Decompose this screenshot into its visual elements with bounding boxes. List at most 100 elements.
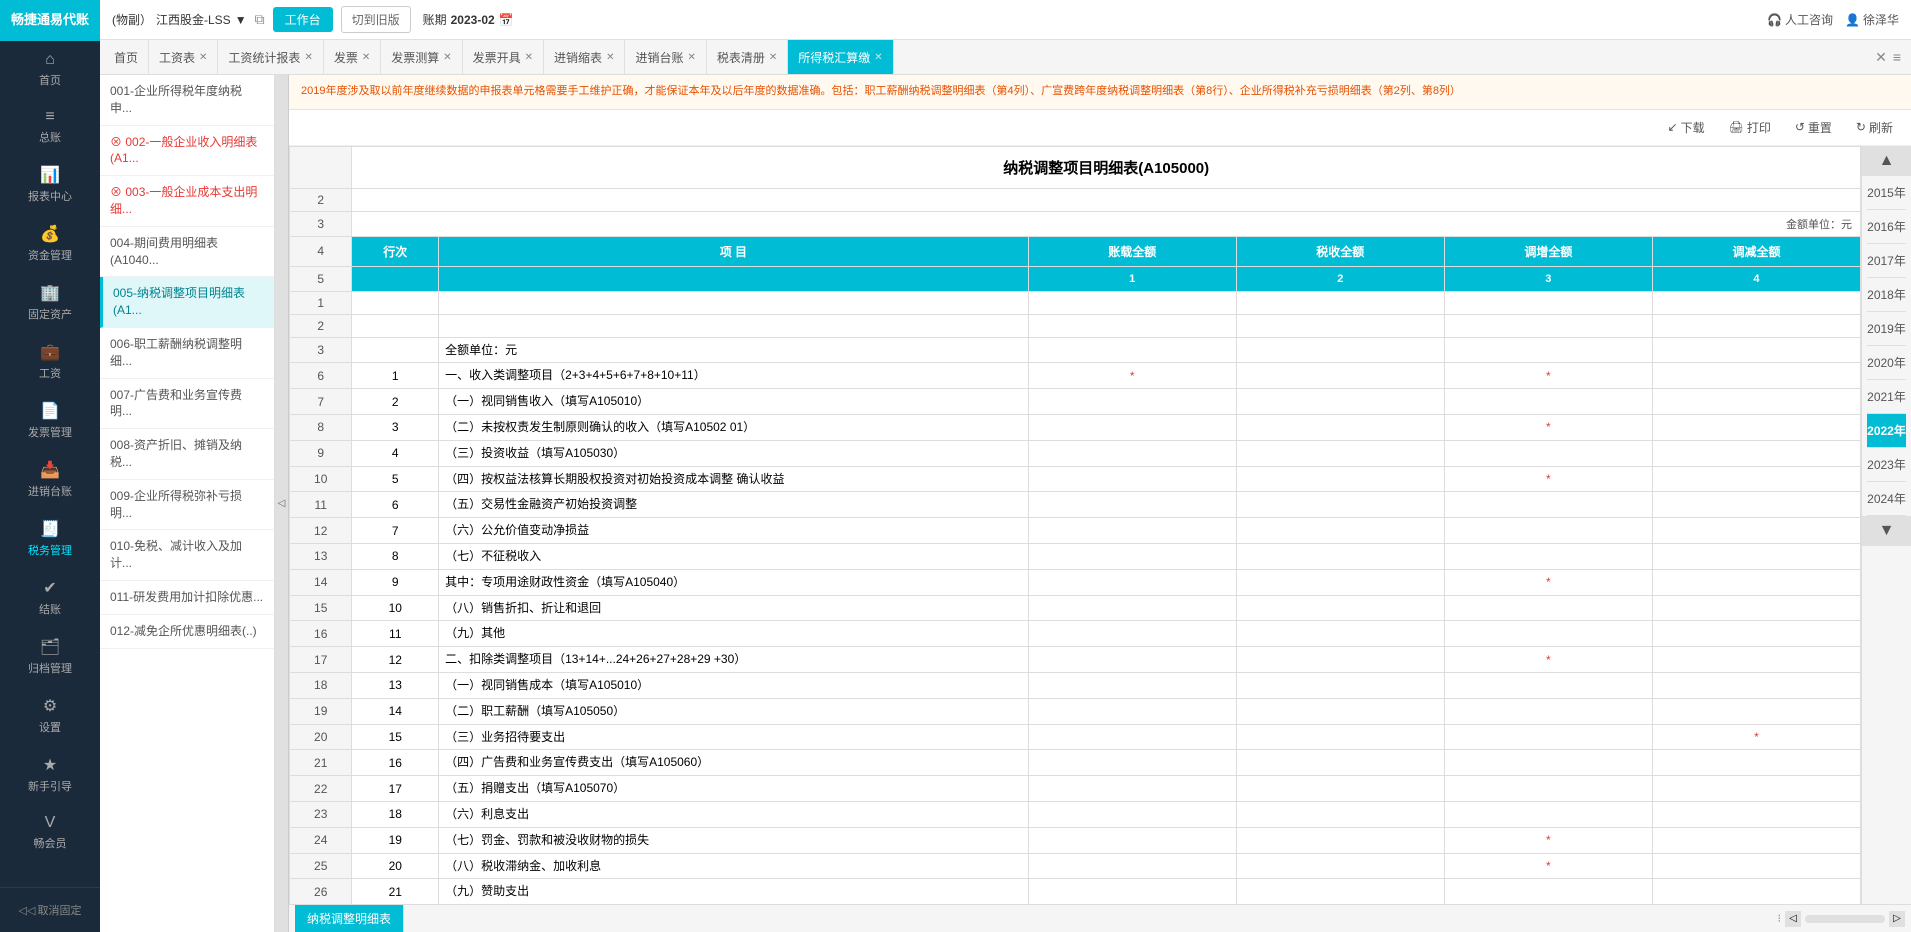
row-cell-col1[interactable]: * [1028,363,1236,389]
row-cell-col4[interactable] [1652,414,1860,440]
row-cell-col3[interactable]: * [1444,569,1652,595]
row-cell-col3[interactable]: * [1444,647,1652,673]
sidebar-item-report[interactable]: 📊 报表中心 [0,155,100,214]
row-cell-col3[interactable] [1444,750,1652,776]
year-item-2016[interactable]: 2016年 [1867,210,1906,244]
row-cell-col2[interactable] [1236,724,1444,750]
row-cell-col4[interactable]: * [1652,724,1860,750]
year-nav-down-button[interactable]: ▼ [1862,516,1911,546]
row-cell-col4[interactable] [1652,518,1860,544]
sidebar-item-ledger[interactable]: ≡ 总账 [0,98,100,155]
sidebar-item-settings[interactable]: ⚙ 设置 [0,686,100,745]
row-cell-col4[interactable] [1652,314,1860,337]
close-all-icon[interactable]: ✕ [1875,49,1887,66]
year-item-2021[interactable]: 2021年 [1867,380,1906,414]
tab-close-salary[interactable]: ✕ [199,52,207,63]
left-panel-item-001[interactable]: 001-企业所得税年度纳税申... [100,75,274,126]
row-cell-col3[interactable] [1444,440,1652,466]
tab-invoice-open[interactable]: 发票开具 ✕ [463,40,544,74]
sidebar-item-home[interactable]: ⌂ 首页 [0,41,100,98]
row-cell-col1[interactable] [1028,672,1236,698]
tab-close-invoice-open[interactable]: ✕ [525,52,533,63]
row-cell-col2[interactable] [1236,569,1444,595]
tab-close-tax-clear[interactable]: ✕ [769,52,777,63]
row-cell-col2[interactable] [1236,672,1444,698]
sidebar-item-salary[interactable]: 💼 工资 [0,332,100,391]
row-cell-col3[interactable] [1444,801,1652,827]
tab-tax-clear[interactable]: 税表清册 ✕ [707,40,788,74]
left-panel-item-012[interactable]: 012-减免企所优惠明细表(..) [100,615,274,649]
row-cell-col1[interactable] [1028,776,1236,802]
sidebar-item-invoice[interactable]: 📄 发票管理 [0,391,100,450]
row-cell-col1[interactable] [1028,389,1236,415]
row-cell-col4[interactable] [1652,672,1860,698]
row-cell-col4[interactable] [1652,389,1860,415]
row-cell-col3[interactable] [1444,879,1652,904]
switch-button[interactable]: 切到旧版 [341,6,411,33]
scroll-right-button[interactable]: ▷ [1889,911,1905,927]
row-cell-col3[interactable]: * [1444,466,1652,492]
row-cell-col1[interactable] [1028,647,1236,673]
year-item-2024[interactable]: 2024年 [1867,482,1906,516]
row-cell-col4[interactable] [1652,569,1860,595]
row-cell-col3[interactable]: * [1444,827,1652,853]
sidebar-item-asset[interactable]: 💰 资金管理 [0,214,100,273]
refresh-button[interactable]: ↻ 刷新 [1850,116,1899,139]
row-cell-col4[interactable] [1652,621,1860,647]
row-cell-col2[interactable] [1236,698,1444,724]
row-cell-col3[interactable] [1444,492,1652,518]
year-item-2020[interactable]: 2020年 [1867,346,1906,380]
tab-close-income-tax[interactable]: ✕ [874,52,882,63]
row-cell-col2[interactable] [1236,518,1444,544]
sidebar-item-fixed[interactable]: 🏢 固定资产 [0,273,100,332]
row-cell-col4[interactable] [1652,879,1860,904]
tab-close-invoice-calc[interactable]: ✕ [443,52,451,63]
row-cell-col1[interactable] [1028,466,1236,492]
pin-button[interactable]: ◁◁ 取消固定 [0,896,100,924]
row-cell-col1[interactable] [1028,543,1236,569]
year-item-2017[interactable]: 2017年 [1867,244,1906,278]
row-cell-col4[interactable] [1652,801,1860,827]
row-cell-col3[interactable]: * [1444,414,1652,440]
more-tabs-icon[interactable]: ≡ [1893,49,1901,65]
row-cell-col4[interactable] [1652,750,1860,776]
tab-invoice-calc[interactable]: 发票测算 ✕ [381,40,462,74]
sidebar-item-tax[interactable]: 🧾 税务管理 [0,509,100,568]
row-cell-col2[interactable] [1236,291,1444,314]
row-cell-col3[interactable] [1444,621,1652,647]
row-cell-col3[interactable] [1444,698,1652,724]
scroll-left-button[interactable]: ◁ [1785,911,1801,927]
row-cell-col2[interactable] [1236,543,1444,569]
row-cell-col2[interactable] [1236,389,1444,415]
sidebar-item-member[interactable]: V 畅会员 [0,804,100,861]
row-cell-col2[interactable] [1236,363,1444,389]
scroll-track[interactable] [1805,915,1885,923]
tab-import-ledger[interactable]: 进销台账 ✕ [625,40,706,74]
row-cell-col2[interactable] [1236,595,1444,621]
row-cell-col4[interactable] [1652,595,1860,621]
row-cell-col2[interactable] [1236,853,1444,879]
row-cell-col3[interactable] [1444,595,1652,621]
tab-invoice[interactable]: 发票 ✕ [324,40,381,74]
row-cell-col1[interactable] [1028,337,1236,363]
row-cell-col1[interactable] [1028,291,1236,314]
row-cell-col2[interactable] [1236,801,1444,827]
download-button[interactable]: ↙ 下载 [1662,116,1711,139]
row-cell-col2[interactable] [1236,440,1444,466]
row-cell-col3[interactable] [1444,337,1652,363]
reset-button[interactable]: ↺ 重置 [1789,116,1838,139]
company-selector[interactable]: (物副） 江西股金-LSS ▼ [112,11,247,28]
row-cell-col1[interactable] [1028,750,1236,776]
row-cell-col1[interactable] [1028,801,1236,827]
row-cell-col4[interactable] [1652,543,1860,569]
left-panel-item-010[interactable]: 010-免税、减计收入及加计... [100,530,274,581]
row-cell-col3[interactable] [1444,291,1652,314]
row-cell-col4[interactable] [1652,776,1860,802]
row-cell-col1[interactable] [1028,595,1236,621]
bottom-tab-adjust[interactable]: 纳税调整明细表 [295,905,404,932]
left-panel-item-002[interactable]: ⊗ 002-一般企业收入明细表(A1... [100,126,274,177]
sidebar-item-import[interactable]: 📥 进销台账 [0,450,100,509]
left-panel-item-004[interactable]: 004-期间费用明细表(A1040... [100,227,274,278]
year-nav-up-button[interactable]: ▲ [1862,146,1911,176]
row-cell-col3[interactable]: * [1444,853,1652,879]
